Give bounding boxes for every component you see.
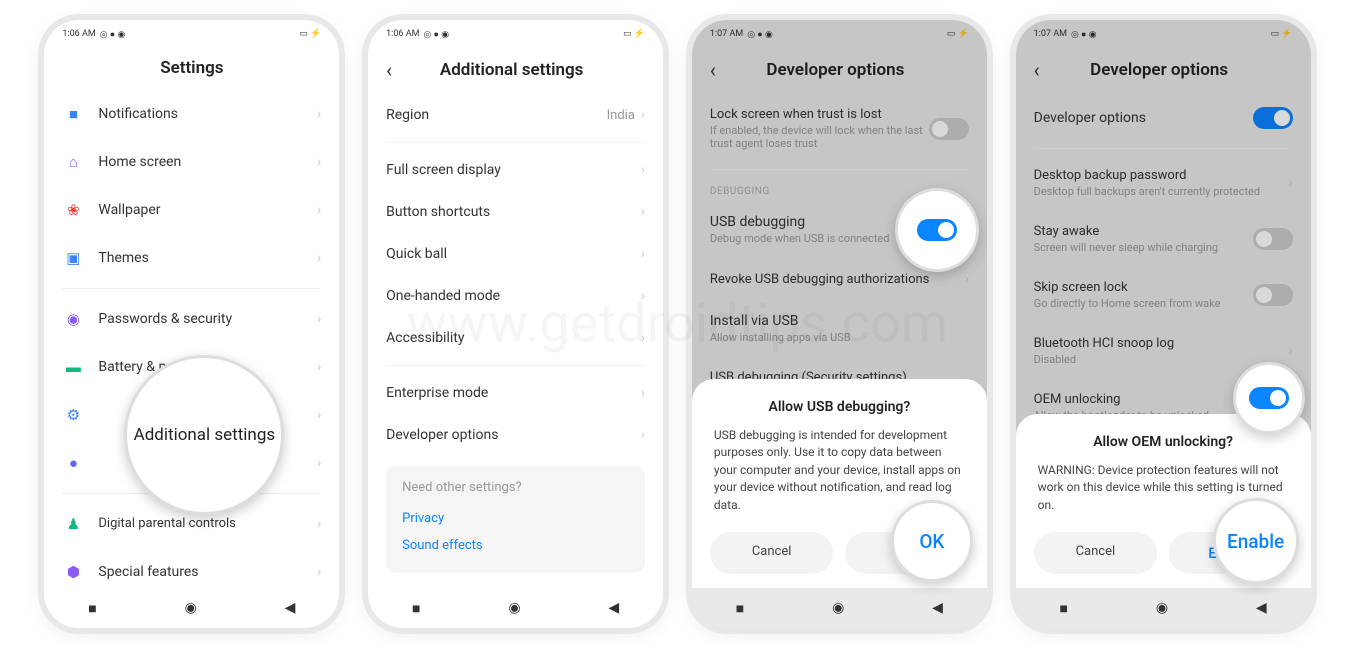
chevron-icon: › (317, 311, 321, 327)
row-devopt[interactable]: Developer options (1034, 94, 1293, 142)
row-quickball[interactable]: Quick ball› (386, 233, 645, 275)
cancel-button[interactable]: Cancel (1034, 532, 1158, 574)
row-skiplock[interactable]: Skip screen lockGo directly to Home scre… (1034, 267, 1293, 323)
notifications-icon: ■ (62, 103, 84, 125)
footer-links: Need other settings? Privacy Sound effec… (386, 466, 645, 573)
row-enterprise[interactable]: Enterprise mode› (386, 372, 645, 414)
magnifier: Additional settings (124, 355, 284, 515)
back-button[interactable]: ‹ (386, 58, 392, 82)
statusbar: 1:07 AM◎ ● ◉ ▭ ⚡ (1016, 20, 1311, 48)
page-title: Additional settings (398, 60, 625, 80)
link-sound[interactable]: Sound effects (402, 532, 629, 559)
row-lockscreen[interactable]: Lock screen when trust is lostIf enabled… (710, 94, 969, 163)
nav-recent[interactable]: ■ (88, 600, 96, 617)
oem-toggle-on (1249, 387, 1289, 409)
status-icon: ◎ ● ◉ (100, 29, 126, 40)
row-wallpaper[interactable]: ❀Wallpaper› (62, 186, 321, 234)
row-shortcuts[interactable]: Button shortcuts› (386, 191, 645, 233)
gear-icon: ⚙ (62, 404, 84, 426)
battery-icon: ▭ ⚡ (299, 29, 321, 39)
statusbar: 1:06 AM◎ ● ◉ ▭ ⚡ (44, 20, 339, 48)
chevron-icon: › (317, 154, 321, 170)
phone-usb-debugging: 1:07 AM◎ ● ◉ ▭ ⚡ ‹ Developer options Loc… (692, 20, 987, 628)
header: Settings (44, 48, 339, 90)
page-title: Developer options (1046, 60, 1273, 80)
navbar: ■◉◀ (1016, 588, 1311, 628)
chevron-icon: › (317, 202, 321, 218)
row-special[interactable]: ⬢Special features› (62, 548, 321, 588)
globe-icon: ● (62, 452, 84, 474)
magnifier-ok: OK (891, 500, 973, 582)
phone-oem-unlock: 1:07 AM◎ ● ◉ ▭ ⚡ ‹ Developer options Dev… (1016, 20, 1311, 628)
link-privacy[interactable]: Privacy (402, 505, 629, 532)
row-security[interactable]: ◉Passwords & security› (62, 295, 321, 343)
shield-icon: ◉ (62, 308, 84, 330)
row-install-usb[interactable]: Install via USBAllow installing apps via… (710, 300, 969, 357)
dialog-title: Allow OEM unlocking? (1034, 434, 1293, 450)
magnifier-toggle (895, 188, 979, 272)
chevron-icon: › (317, 250, 321, 266)
row-onehanded[interactable]: One-handed mode› (386, 275, 645, 317)
digital-icon: ♟ (62, 513, 84, 535)
wallpaper-icon: ❀ (62, 199, 84, 221)
row-fullscreen[interactable]: Full screen display› (386, 149, 645, 191)
navbar: ■ ◉ ◀ (44, 588, 339, 628)
magnifier-enable: Enable (1213, 498, 1299, 584)
row-accessibility[interactable]: Accessibility› (386, 317, 645, 359)
cancel-button[interactable]: Cancel (710, 532, 834, 574)
row-developer[interactable]: Developer options› (386, 414, 645, 456)
header: ‹ Additional settings (368, 48, 663, 94)
back-button[interactable]: ‹ (1034, 58, 1040, 82)
header: ‹ Developer options (692, 48, 987, 94)
special-icon: ⬢ (62, 561, 84, 583)
chevron-icon: › (317, 455, 321, 471)
nav-back[interactable]: ◀ (285, 600, 296, 616)
row-backup[interactable]: Desktop backup passwordDesktop full back… (1034, 155, 1293, 211)
chevron-icon: › (317, 516, 321, 532)
phone-additional: 1:06 AM◎ ● ◉ ▭ ⚡ ‹ Additional settings R… (368, 20, 663, 628)
chevron-icon: › (317, 359, 321, 375)
themes-icon: ▣ (62, 247, 84, 269)
row-home[interactable]: ⌂Home screen› (62, 138, 321, 186)
toggle[interactable] (929, 118, 969, 140)
chevron-icon: › (317, 407, 321, 423)
home-icon: ⌂ (62, 151, 84, 173)
magnifier-oem-toggle (1233, 362, 1305, 434)
toggle-devopt[interactable] (1253, 107, 1293, 129)
row-themes[interactable]: ▣Themes› (62, 234, 321, 282)
header: ‹ Developer options (1016, 48, 1311, 94)
dialog-title: Allow USB debugging? (710, 399, 969, 415)
nav-home[interactable]: ◉ (185, 600, 197, 616)
row-stayawake[interactable]: Stay awakeScreen will never sleep while … (1034, 211, 1293, 267)
page-title: Settings (62, 58, 321, 78)
chevron-icon: › (317, 564, 321, 580)
navbar: ■◉◀ (692, 588, 987, 628)
chevron-icon: › (317, 106, 321, 122)
statusbar: 1:07 AM◎ ● ◉ ▭ ⚡ (692, 20, 987, 48)
phone-settings: 1:06 AM◎ ● ◉ ▭ ⚡ Settings ■Notifications… (44, 20, 339, 628)
toggle[interactable] (1253, 228, 1293, 250)
row-notifications[interactable]: ■Notifications› (62, 90, 321, 138)
usb-toggle-on (917, 219, 957, 241)
toggle[interactable] (1253, 284, 1293, 306)
chevron-icon: › (641, 107, 645, 123)
row-region[interactable]: RegionIndia› (386, 94, 645, 136)
navbar: ■◉◀ (368, 588, 663, 628)
page-title: Developer options (722, 60, 949, 80)
back-button[interactable]: ‹ (710, 58, 716, 82)
battery-icon: ▬ (62, 356, 84, 378)
statusbar: 1:06 AM◎ ● ◉ ▭ ⚡ (368, 20, 663, 48)
